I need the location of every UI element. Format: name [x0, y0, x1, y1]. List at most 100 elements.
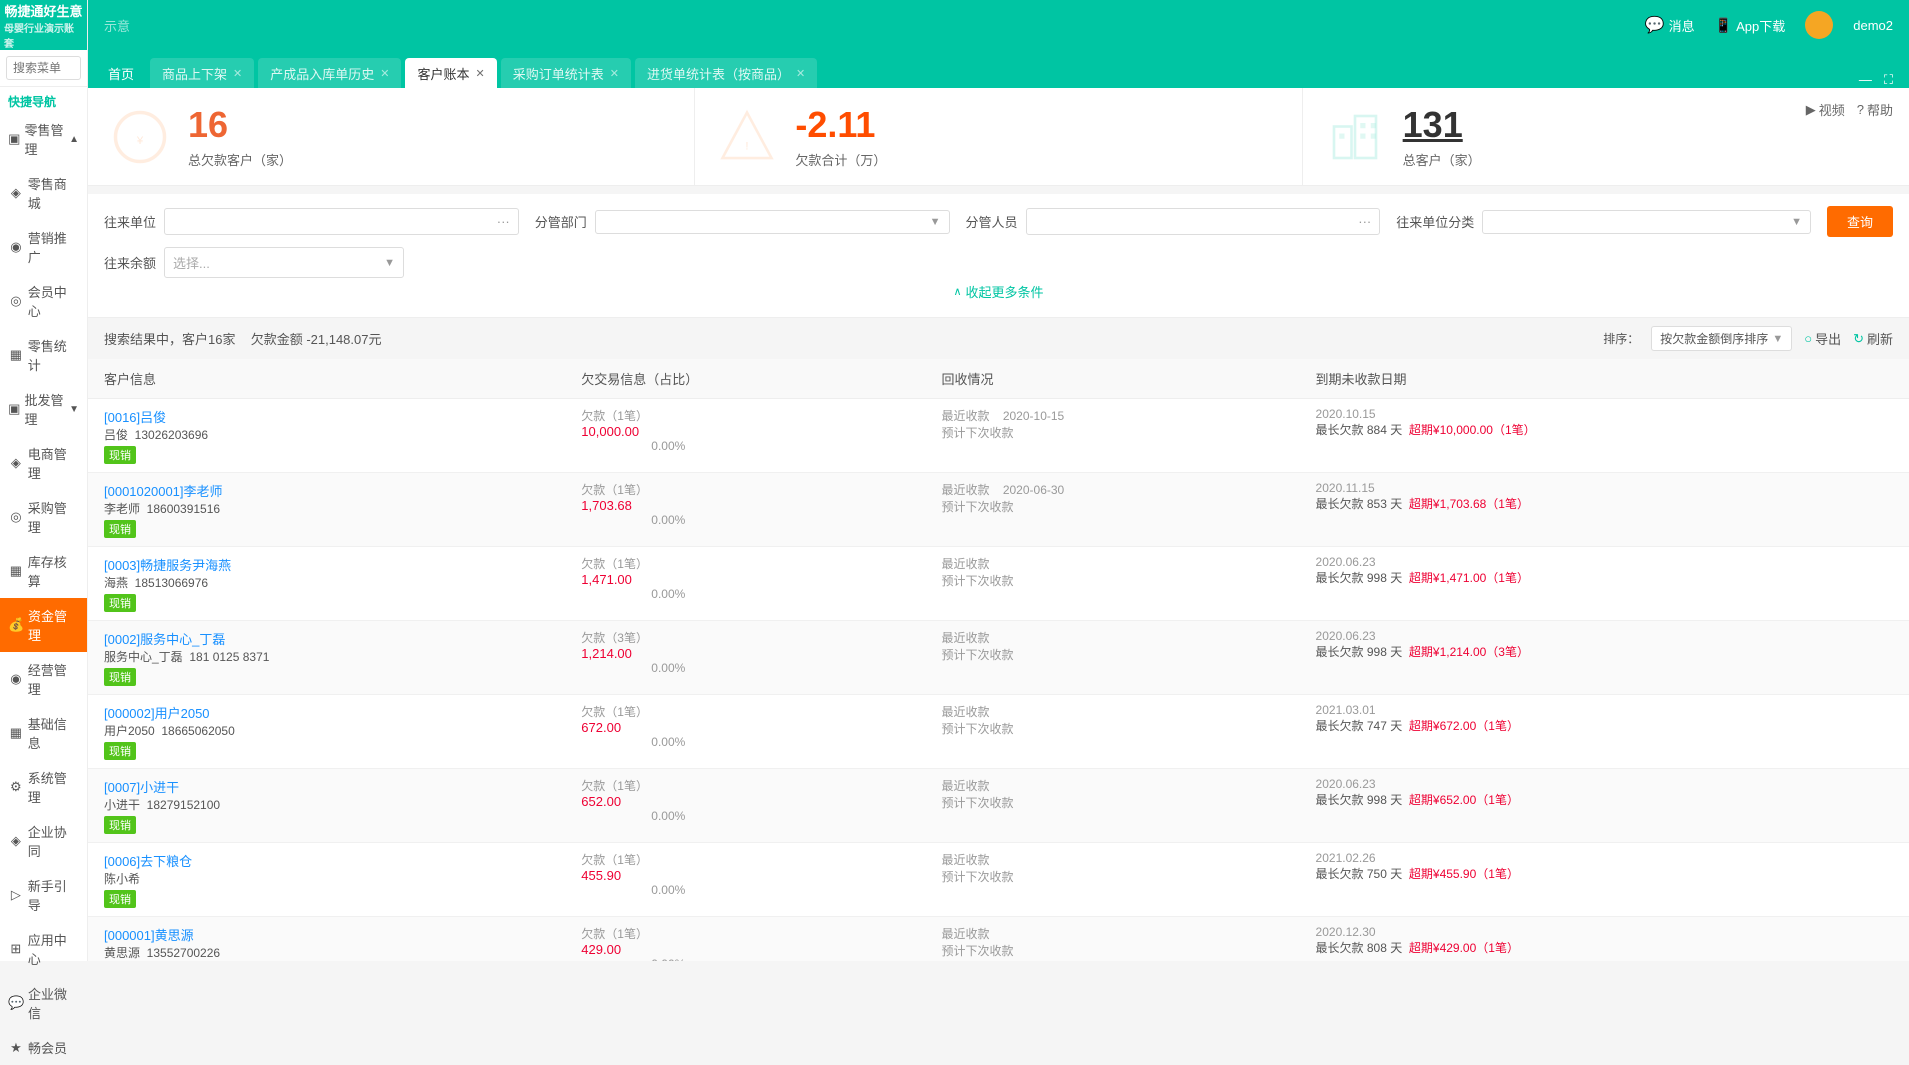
sidebar-item-enterprise[interactable]: ◈ 企业协同 — [0, 814, 87, 868]
sidebar-item-retail-mall[interactable]: ◈ 零售商城 — [0, 166, 87, 220]
sidebar-item-vip[interactable]: ★ 畅会员 — [0, 1030, 87, 1065]
debt-percent: 0.00% — [581, 809, 909, 823]
sidebar-item-finance[interactable]: 💰 资金管理 — [0, 598, 87, 652]
debt-count: 欠款（1笔） — [581, 407, 909, 424]
message-icon: 💬 — [1645, 15, 1665, 35]
overdue-link[interactable]: 超期¥455.90（1笔） — [1409, 867, 1519, 881]
cell-due-date: 2020.10.15 最长欠款 884 天 超期¥10,000.00（1笔） — [1300, 399, 1909, 473]
content-area: ¥ 16 总欠款客户（家） ! -2.11 欠款合计（ — [88, 88, 1909, 961]
debt-count: 欠款（1笔） — [581, 555, 909, 572]
user-avatar[interactable] — [1805, 11, 1833, 39]
overdue-link[interactable]: 超期¥1,703.68（1笔） — [1409, 497, 1529, 511]
tab-expand-icon[interactable]: ⛶ — [1884, 72, 1893, 88]
tab-purchase-stat[interactable]: 进货单统计表（按商品） ✕ — [635, 58, 817, 88]
overdue-link[interactable]: 超期¥1,214.00（3笔） — [1409, 645, 1529, 659]
filter-row-2: 往来余额 选择... ▼ — [104, 247, 1893, 278]
customer-code[interactable]: [000001]黄思源 — [104, 925, 549, 944]
data-table: 客户信息 欠交易信息（占比） 回收情况 到期未收款日期 [0016]吕俊 吕俊 … — [88, 359, 1909, 961]
app-download-icon: 📱 — [1715, 17, 1732, 34]
sidebar-item-basic-info[interactable]: ▦ 基础信息 — [0, 706, 87, 760]
overdue-link[interactable]: 超期¥1,471.00（1笔） — [1409, 571, 1529, 585]
table-row: [0001020001]李老师 李老师 18600391516 现销 欠款（1笔… — [88, 473, 1909, 547]
export-btn[interactable]: ○ 导出 — [1804, 329, 1841, 348]
debt-percent: 0.00% — [581, 587, 909, 601]
tab-close-product-off[interactable]: ✕ — [233, 67, 242, 80]
tab-product-off[interactable]: 商品上下架 ✕ — [150, 58, 254, 88]
next-collect: 预计下次收款 — [942, 942, 1284, 959]
sidebar-item-operations[interactable]: ◉ 经营管理 — [0, 652, 87, 706]
customer-name: 服务中心_丁磊 181 0125 8371 — [104, 648, 549, 665]
overdue-link[interactable]: 超期¥652.00（1笔） — [1409, 793, 1519, 807]
customer-code[interactable]: [0007]小进干 — [104, 777, 549, 796]
result-amount: 欠款金额 -21,148.07元 — [243, 329, 381, 348]
customer-code[interactable]: [0006]去下粮仓 — [104, 851, 549, 870]
sidebar-item-system[interactable]: ⚙ 系统管理 — [0, 760, 87, 814]
col-collect-status: 回收情况 — [926, 359, 1300, 399]
filter-source-unit: 往来单位 ··· — [104, 208, 519, 235]
video-btn[interactable]: ▶ 视频 — [1806, 100, 1845, 119]
tab-customer-account[interactable]: 客户账本 ✕ — [405, 58, 496, 88]
logo-sub: 母婴行业演示账套 — [4, 20, 83, 50]
source-unit-input[interactable]: ··· — [164, 208, 519, 235]
tab-close-purchase-order[interactable]: ✕ — [610, 67, 619, 80]
username[interactable]: demo2 — [1853, 18, 1893, 33]
overdue-link[interactable]: 超期¥10,000.00（1笔） — [1409, 423, 1536, 437]
sidebar-item-newbie[interactable]: ▷ 新手引导 — [0, 868, 87, 922]
tab-minimize-icon[interactable]: — — [1859, 72, 1872, 88]
sidebar-item-marketing[interactable]: ◉ 营销推广 — [0, 220, 87, 274]
sidebar-item-retail-mgmt[interactable]: ▣ 零售管理 ▲ — [0, 112, 87, 166]
sidebar-item-batch-mgmt[interactable]: ▣ 批发管理 ▼ — [0, 382, 87, 436]
search-button[interactable]: 查询 — [1827, 206, 1893, 237]
search-input[interactable] — [6, 56, 81, 80]
due-date: 2020.12.30 — [1316, 925, 1893, 939]
balance-select[interactable]: 选择... ▼ — [164, 247, 404, 278]
tab-close-customer-account[interactable]: ✕ — [476, 67, 485, 80]
refresh-icon: ↻ — [1853, 331, 1864, 347]
overdue-link[interactable]: 超期¥429.00（1笔） — [1409, 941, 1519, 955]
stat-icon-building — [1323, 105, 1387, 169]
retail-mgmt-icon: ▣ — [8, 131, 20, 147]
tab-product-history[interactable]: 产成品入库单历史 ✕ — [258, 58, 401, 88]
tab-close-purchase-stat[interactable]: ✕ — [796, 67, 805, 80]
tab-home[interactable]: 首页 — [96, 58, 146, 88]
refresh-btn[interactable]: ↻ 刷新 — [1853, 329, 1893, 348]
customer-code[interactable]: [0002]服务中心_丁磊 — [104, 629, 549, 648]
stat-top-right: ▶ 视频 ? 帮助 — [1806, 100, 1893, 119]
overdue-link[interactable]: 超期¥672.00（1笔） — [1409, 719, 1519, 733]
tab-close-product-history[interactable]: ✕ — [380, 67, 389, 80]
customer-code[interactable]: [000002]用户2050 — [104, 703, 549, 722]
message-btn[interactable]: 💬 消息 — [1645, 15, 1695, 35]
cell-debt-info: 欠款（1笔） 1,471.00 0.00% — [565, 547, 925, 621]
tab-purchase-order[interactable]: 采购订单统计表 ✕ — [501, 58, 631, 88]
customer-code[interactable]: [0001020001]李老师 — [104, 481, 549, 500]
sidebar-item-inventory[interactable]: ▦ 库存核算 — [0, 544, 87, 598]
sidebar-item-app-center[interactable]: ⊞ 应用中心 — [0, 922, 87, 976]
due-date: 2020.10.15 — [1316, 407, 1893, 421]
sidebar-item-retail-stat[interactable]: ▦ 零售统计 — [0, 328, 87, 382]
purchase-icon: ◎ — [8, 509, 24, 525]
sidebar-item-purchase[interactable]: ◎ 采购管理 — [0, 490, 87, 544]
main-area: 示意 💬 消息 📱 App下载 demo2 首页 商品上下架 ✕ 产成品入库单历… — [88, 0, 1909, 961]
stat-info-overdue: 16 总欠款客户（家） — [188, 104, 292, 169]
tab-bar: 首页 商品上下架 ✕ 产成品入库单历史 ✕ 客户账本 ✕ 采购订单统计表 ✕ 进… — [88, 50, 1909, 88]
dept-select[interactable]: ▼ — [595, 210, 950, 234]
customer-code[interactable]: [0003]畅捷服务尹海燕 — [104, 555, 549, 574]
sort-dropdown[interactable]: 按欠款金额倒序排序 ▼ — [1651, 326, 1792, 351]
help-btn[interactable]: ? 帮助 — [1857, 100, 1893, 119]
cell-customer-info: [0001020001]李老师 李老师 18600391516 现销 — [88, 473, 565, 547]
table-row: [0016]吕俊 吕俊 13026203696 现销 欠款（1笔） 10,000… — [88, 399, 1909, 473]
unit-category-select[interactable]: ▼ — [1482, 210, 1811, 234]
collapse-button[interactable]: ∧ 收起更多条件 — [104, 278, 1893, 305]
customer-tag: 现销 — [104, 816, 136, 834]
customer-code[interactable]: [0016]吕俊 — [104, 407, 549, 426]
debt-percent: 0.00% — [581, 735, 909, 749]
app-download-btn[interactable]: 📱 App下载 — [1715, 16, 1786, 35]
debt-count: 欠款（1笔） — [581, 481, 909, 498]
filter-unit-category: 往来单位分类 ▼ — [1396, 210, 1811, 234]
sidebar-item-wechat[interactable]: 💬 企业微信 — [0, 976, 87, 1030]
overdue-customers-value: 16 — [188, 104, 292, 146]
manager-input[interactable]: ··· — [1026, 208, 1381, 235]
sidebar-item-ecommerce[interactable]: ◈ 电商管理 — [0, 436, 87, 490]
inventory-icon: ▦ — [8, 563, 24, 579]
sidebar-item-member[interactable]: ◎ 会员中心 — [0, 274, 87, 328]
